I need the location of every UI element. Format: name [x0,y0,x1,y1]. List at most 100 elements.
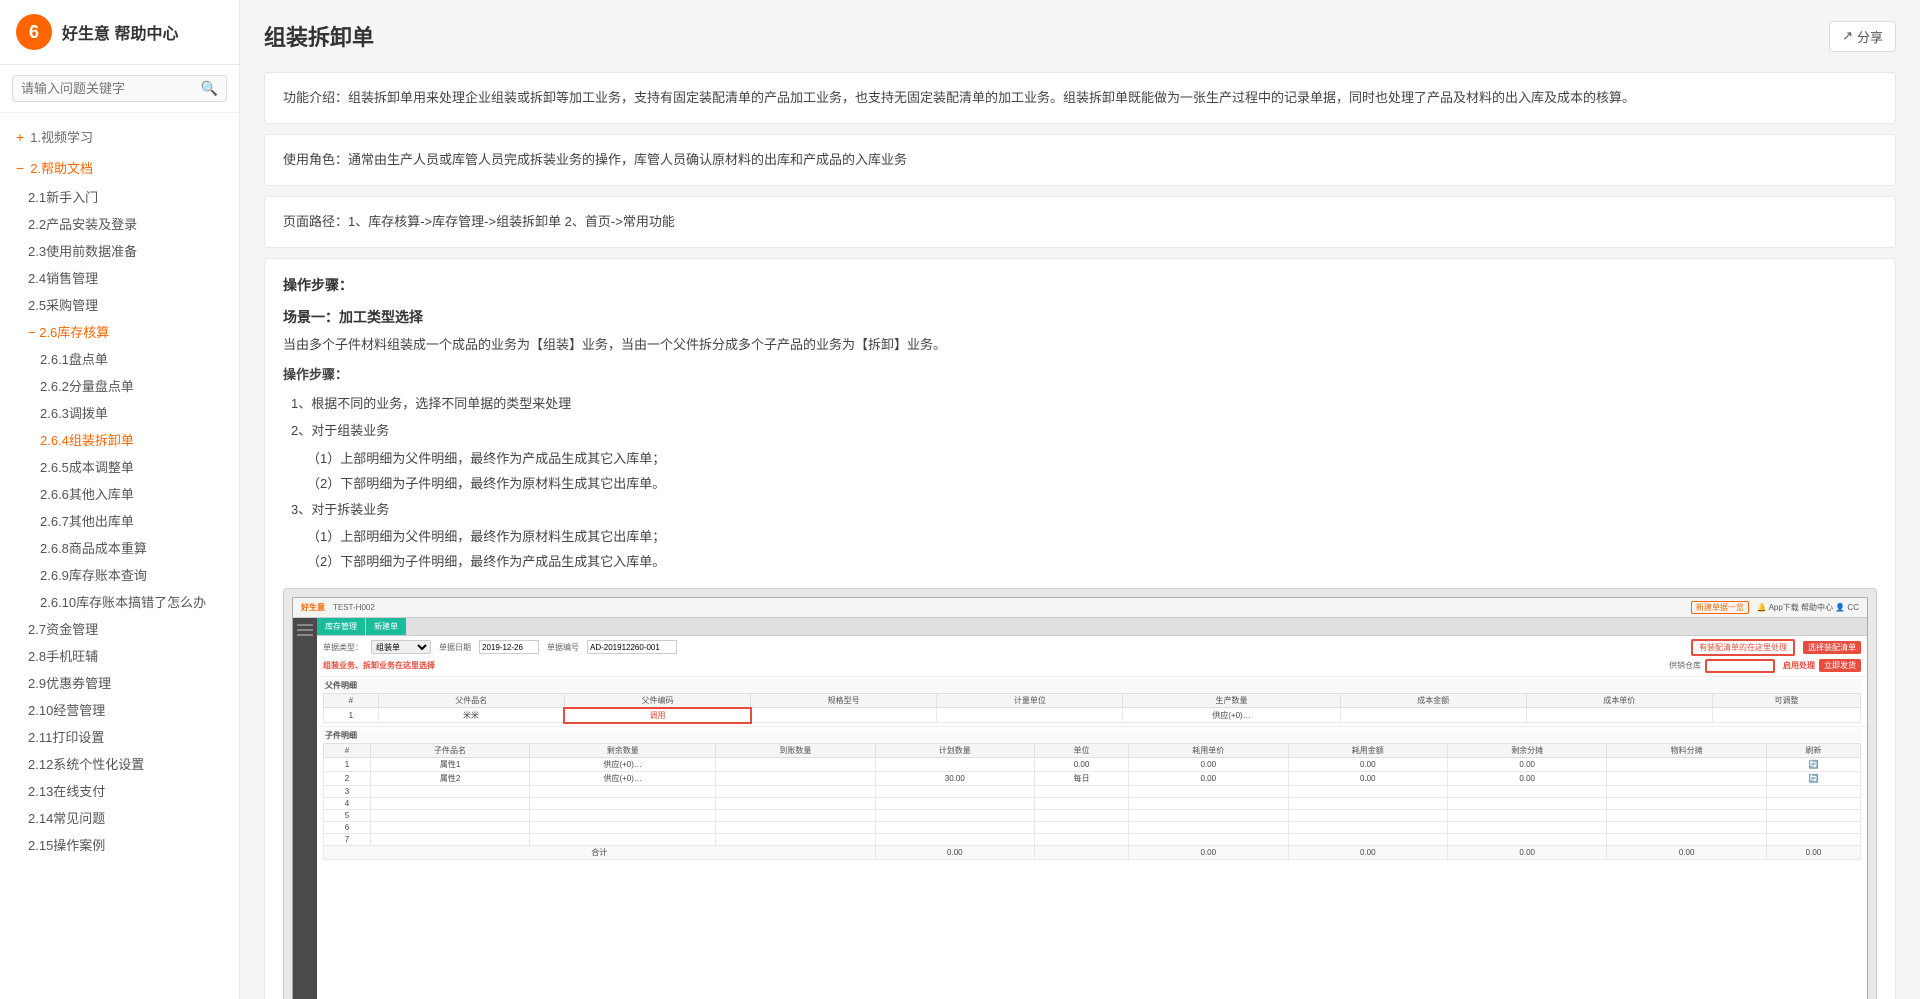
col-cost-price: 成本单价 [1526,693,1712,708]
app-tab-newdoc: 新建单 [366,618,406,635]
app-logo: 好生意 [301,602,325,613]
app-topbar-id: TEST-H002 [333,603,375,612]
app-code-label: 单据编号 [547,642,579,653]
col-name: 父件品名 [378,693,564,708]
steps-title: 操作步骤： [283,275,1877,295]
app-warehouse-input[interactable] [1705,659,1775,673]
sidebar-item-purchase[interactable]: 2.5采购管理 [0,291,239,318]
col-adjustable: 可调整 [1712,693,1860,708]
col-qty: 生产数量 [1123,693,1340,708]
step3-1: （1）上部明细为父件明细，最终作为原材料生成其它出库单； [307,525,1877,548]
app-save-btn: 立即发货 [1819,659,1861,672]
app-type-select[interactable]: 组装单 [371,640,431,654]
scene1-title: 场景一：加工类型选择 [283,307,1877,327]
search-box: 🔍 [12,75,227,102]
step3-2: （2）下部明细为子件明细，最终作为产成品生成其它入库单。 [307,550,1877,573]
sidebar-item-cost-recalc[interactable]: 2.6.8商品成本重算 [0,534,239,561]
step3: 3、对于拆装业务 [291,498,1877,521]
screenshot-container: 好生意 TEST-H002 新建单据一览 🔔 App下载 帮助中心 👤 CC [283,588,1877,999]
col-spec: 规格型号 [751,693,937,708]
share-icon: ↗ [1842,28,1853,44]
app-parent-section: 父件明细 [323,679,1861,692]
sidebar-item-video[interactable]: + 1.视频学习 [0,121,239,152]
sidebar-item-data-prep[interactable]: 2.3使用前数据准备 [0,237,239,264]
app-date-label: 单据日期 [439,642,471,653]
sidebar-label: 2.帮助文档 [30,158,93,177]
app-type-label: 单据类型： [323,642,363,653]
step2-1: （1）上部明细为父件明细，最终作为产成品生成其它入库单； [307,447,1877,470]
intro-text: 功能介绍：组装拆卸单用来处理企业组装或拆卸等加工业务，支持有固定装配清单的产品加… [283,90,1635,105]
sidebar-item-faq[interactable]: 2.14常见问题 [0,804,239,831]
sidebar-item-transfer[interactable]: 2.6.3调拨单 [0,399,239,426]
sidebar-item-sales[interactable]: 2.4销售管理 [0,264,239,291]
sidebar-item-install[interactable]: 2.2产品安装及登录 [0,210,239,237]
sidebar-item-other-out[interactable]: 2.6.7其他出库单 [0,507,239,534]
annotation-type: 组装业务、拆卸业务在这里选择 [323,660,435,671]
app-topbar-icons: 🔔 App下载 帮助中心 👤 CC [1757,602,1859,613]
sidebar-item-inventory-error[interactable]: 2.6.10库存账本搞错了怎么办 [0,588,239,615]
sidebar-item-stocktake[interactable]: 2.6.1盘点单 [0,345,239,372]
sidebar-item-assembly[interactable]: 2.6.4组装拆卸单 [0,426,239,453]
logo-icon: 6 [16,14,52,50]
nav-list: + 1.视频学习 − 2.帮助文档 2.1新手入门 2.2产品安装及登录 2.3… [0,113,239,999]
sidebar-item-mobile[interactable]: 2.8手机旺辅 [0,642,239,669]
search-area: 🔍 [0,65,239,113]
sub-table-row: 1属性1供应(+0)…0.000.000.000.00🔄 [324,757,1861,771]
sub-table-row: 5 [324,809,1861,821]
screenshot-inner: 好生意 TEST-H002 新建单据一览 🔔 App下载 帮助中心 👤 CC [292,597,1868,999]
sidebar-item-print[interactable]: 2.11打印设置 [0,723,239,750]
search-input[interactable] [21,81,201,96]
sidebar-item-newbie[interactable]: 2.1新手入门 [0,183,239,210]
step2-2: （2）下部明细为子件明细，最终作为原材料生成其它出库单。 [307,472,1877,495]
col-num: # [324,693,379,708]
sub-table-row: 3 [324,785,1861,797]
sidebar-label: 1.视频学习 [30,127,93,146]
app-warehouse-label: 供销仓库 [1669,660,1701,671]
role-text: 使用角色：通常由生产人员或库管人员完成拆装业务的操作，库管人员确认原材料的出库和… [283,152,907,167]
app-screenshot: 好生意 TEST-H002 新建单据一览 🔔 App下载 帮助中心 👤 CC [293,598,1867,999]
app-tab-stockmgmt: 库存管理 [317,618,366,635]
col-cost-amt: 成本金额 [1340,693,1526,708]
sidebar-item-cases[interactable]: 2.15操作案例 [0,831,239,858]
table-row: 1 米米 调用 供应(+0)… [324,708,1861,723]
search-icon: 🔍 [201,80,218,97]
sidebar: 6 好生意 帮助中心 🔍 + 1.视频学习 − 2.帮助文档 2.1新手入门 2… [0,0,240,999]
annotation-enable: 启用处理 [1783,660,1815,671]
sub-table-footer: 合计 0.00 0.00 0.00 0.00 0.00 0.00 [324,845,1861,859]
sidebar-item-ops[interactable]: 2.10经营管理 [0,696,239,723]
path-text: 页面路径：1、库存核算->库存管理->组装拆卸单 2、首页->常用功能 [283,214,675,229]
app-menu-icon3 [297,634,313,636]
annotation-box1: 有装配清单的在这里处理 [1691,639,1795,656]
sub-table-row: 4 [324,797,1861,809]
sidebar-item-fraction-stocktake[interactable]: 2.6.2分量盘点单 [0,372,239,399]
sub-table-row: 7 [324,833,1861,845]
app-code-input[interactable] [587,640,677,654]
logo-area: 6 好生意 帮助中心 [0,0,239,65]
step2: 2、对于组装业务 [291,419,1877,442]
col-unit: 计量单位 [937,693,1123,708]
sidebar-item-helpdoc[interactable]: − 2.帮助文档 [0,152,239,183]
sidebar-item-inventory[interactable]: − 2.6库存核算 [0,318,239,345]
sidebar-item-other-in[interactable]: 2.6.6其他入库单 [0,480,239,507]
expand-icon: + [16,129,24,145]
app-sub-table: # 子件品名 剩余数量 到账数量 计划数量 单位 耗用单价 耗用金额 剩余分摊 [323,743,1861,860]
sidebar-item-settings[interactable]: 2.12系统个性化设置 [0,750,239,777]
app-new-doc-btn: 新建单据一览 [1691,601,1749,614]
sidebar-item-cost-adjust[interactable]: 2.6.5成本调整单 [0,453,239,480]
app-sub-section: 子件明细 [323,729,1861,742]
sidebar-item-inventory-query[interactable]: 2.6.9库存账本查询 [0,561,239,588]
sub-table-row: 2属性2供应(+0)…30.00每日0.000.000.00🔄 [324,771,1861,785]
page-header: 组装拆卸单 ↗ 分享 [264,20,1896,52]
app-confirm-btn: 选择装配清单 [1803,641,1861,654]
app-date-input[interactable] [479,640,539,654]
sidebar-item-coupon[interactable]: 2.9优惠券管理 [0,669,239,696]
sub-table-row: 6 [324,821,1861,833]
col-code: 父件编码 [564,693,750,708]
sidebar-item-payment[interactable]: 2.13在线支付 [0,777,239,804]
intro-block: 功能介绍：组装拆卸单用来处理企业组装或拆卸等加工业务，支持有固定装配清单的产品加… [264,72,1896,124]
steps-section: 操作步骤： 场景一：加工类型选择 当由多个子件材料组装成一个成品的业务为【组装】… [264,258,1896,999]
share-button[interactable]: ↗ 分享 [1829,21,1896,52]
app-menu-icon2 [297,629,313,631]
sidebar-item-finance[interactable]: 2.7资金管理 [0,615,239,642]
expand-icon: − [16,160,24,176]
